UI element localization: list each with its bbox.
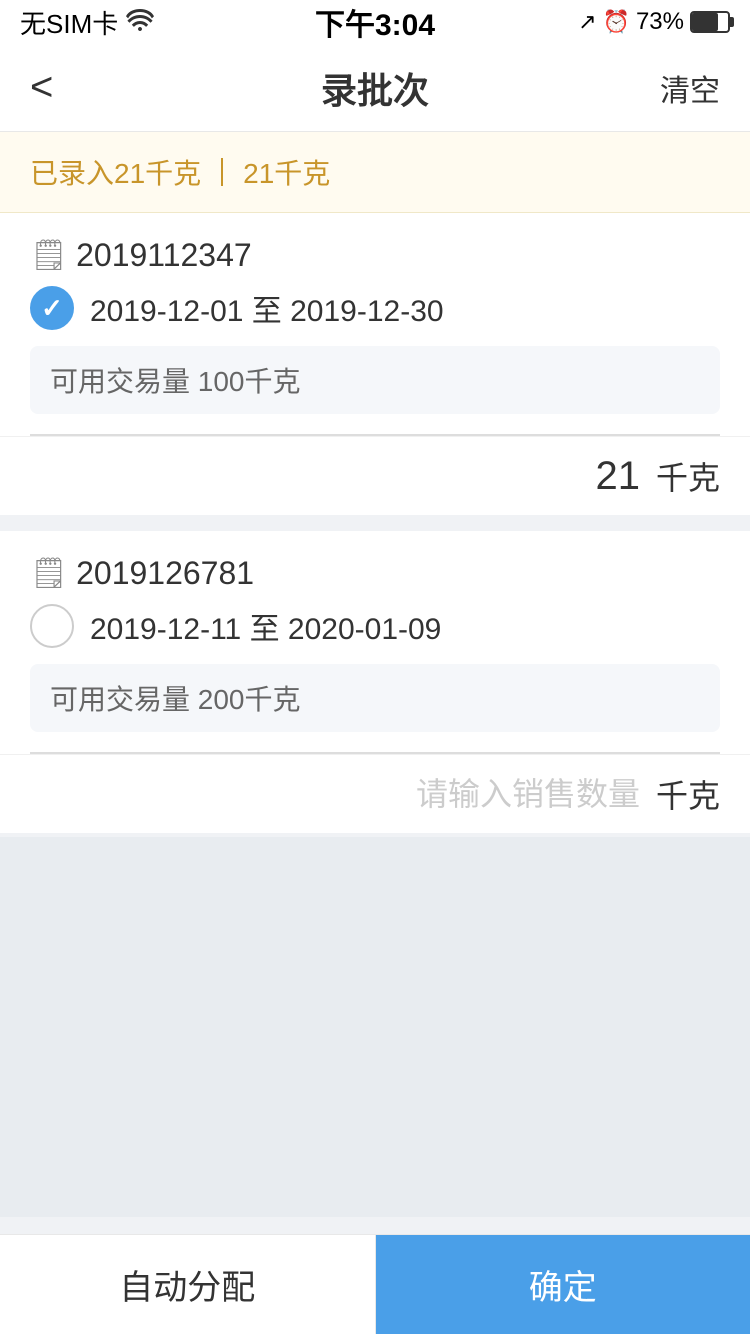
alarm-icon: ⏰ <box>603 9 630 35</box>
status-right: ↗ ⏰ 73% <box>578 8 730 36</box>
batch-2-id: 2019126781 <box>76 555 254 592</box>
bottom-bar: 自动分配 确定 <box>0 1234 750 1334</box>
auto-distribute-button[interactable]: 自动分配 <box>0 1235 376 1334</box>
batch-2-unit-label: 千克 <box>656 771 720 817</box>
carrier-text: 无SIM卡 <box>20 4 118 41</box>
batch-2-date: 2019-12-11 至 2020-01-09 <box>90 604 441 648</box>
confirm-button[interactable]: 确定 <box>376 1235 750 1334</box>
clear-button[interactable]: 清空 <box>660 66 720 110</box>
empty-area <box>0 837 750 1217</box>
batch-2-avail: 可用交易量 200千克 <box>30 664 720 732</box>
batch-2-radio[interactable] <box>30 604 74 648</box>
batch-card-1-inner: 🗒 2019112347 2019-12-01 至 2019-12-30 可用交… <box>0 213 750 414</box>
batch-1-id: 2019112347 <box>76 237 252 274</box>
nav-bar: < 录批次 清空 <box>0 44 750 132</box>
batch-2-qty-input-row: 千克 <box>0 754 750 833</box>
page-title: 录批次 <box>321 62 429 114</box>
batch-2-qty-input[interactable] <box>340 776 640 813</box>
batch-2-icon: 🗒 <box>30 556 68 591</box>
status-left: 无SIM卡 <box>20 4 154 41</box>
recorded-info-label: 已录入21千克 <box>30 152 201 192</box>
back-button[interactable]: < <box>30 65 90 110</box>
batch-card-2: 🗒 2019126781 2019-12-11 至 2020-01-09 可用交… <box>0 531 750 833</box>
recorded-info-value: 21千克 <box>243 152 330 192</box>
info-divider <box>221 158 223 186</box>
batch-1-qty-row: 21 千克 <box>0 436 750 515</box>
batch-1-radio[interactable] <box>30 286 74 330</box>
location-icon: ↗ <box>578 9 596 35</box>
batch-card-2-inner: 🗒 2019126781 2019-12-11 至 2020-01-09 可用交… <box>0 531 750 732</box>
batch-2-id-row: 🗒 2019126781 <box>30 555 720 592</box>
card-spacer <box>0 519 750 531</box>
status-bar: 无SIM卡 下午3:04 ↗ ⏰ 73% <box>0 0 750 44</box>
wifi-icon <box>126 7 154 38</box>
batch-1-date: 2019-12-01 至 2019-12-30 <box>90 286 444 330</box>
batch-1-avail: 可用交易量 100千克 <box>30 346 720 414</box>
battery-icon <box>690 11 730 33</box>
batch-2-date-row: 2019-12-11 至 2020-01-09 <box>30 604 720 648</box>
batch-1-qty-unit: 千克 <box>656 453 720 499</box>
batch-1-icon: 🗒 <box>30 238 68 273</box>
batch-card-1: 🗒 2019112347 2019-12-01 至 2019-12-30 可用交… <box>0 213 750 515</box>
content-wrapper: 🗒 2019112347 2019-12-01 至 2019-12-30 可用交… <box>0 213 750 1317</box>
batch-1-id-row: 🗒 2019112347 <box>30 237 720 274</box>
battery-text: 73% <box>636 8 684 36</box>
info-bar: 已录入21千克 21千克 <box>0 132 750 213</box>
batch-1-qty-value: 21 <box>595 454 640 499</box>
time-display: 下午3:04 <box>315 0 435 44</box>
batch-1-date-row: 2019-12-01 至 2019-12-30 <box>30 286 720 330</box>
